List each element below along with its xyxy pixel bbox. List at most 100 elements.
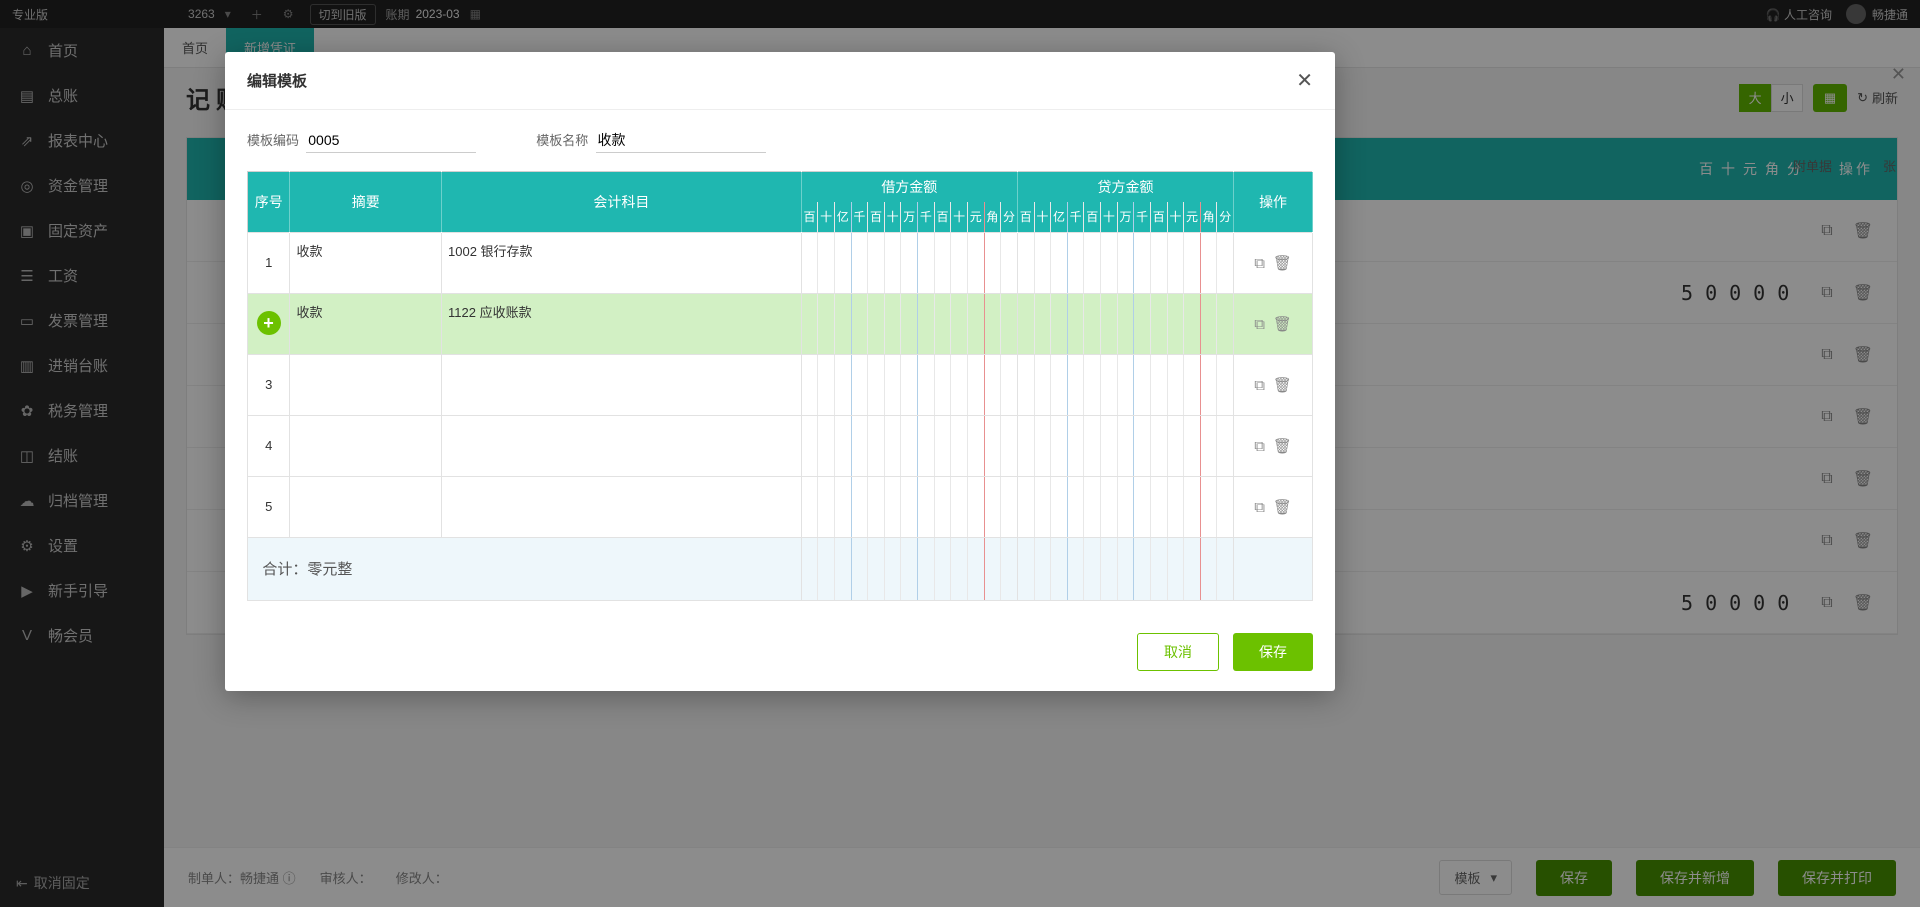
cell-debit[interactable]	[801, 476, 1017, 537]
digit-cell[interactable]	[852, 233, 869, 293]
digit-cell[interactable]	[1201, 233, 1218, 293]
digit-cell[interactable]	[1217, 416, 1233, 476]
cell-summary[interactable]: 收款	[290, 293, 442, 354]
digit-cell[interactable]	[918, 294, 935, 354]
digit-cell[interactable]	[868, 416, 885, 476]
digit-cell[interactable]	[1035, 355, 1052, 415]
cell-account[interactable]: 1122 应收账款	[442, 293, 802, 354]
digit-cell[interactable]	[1018, 233, 1035, 293]
digit-cell[interactable]	[1151, 416, 1168, 476]
digit-cell[interactable]	[901, 233, 918, 293]
digit-cell[interactable]	[1084, 477, 1101, 537]
cell-credit[interactable]	[1017, 354, 1233, 415]
digit-cell[interactable]	[835, 294, 852, 354]
trash-icon[interactable]: 🗑	[1273, 377, 1292, 394]
digit-cell[interactable]	[1184, 538, 1201, 600]
digit-cell[interactable]	[901, 355, 918, 415]
digit-cell[interactable]	[835, 233, 852, 293]
digit-cell[interactable]	[868, 355, 885, 415]
digit-cell[interactable]	[951, 233, 968, 293]
digit-cell[interactable]	[951, 294, 968, 354]
digit-cell[interactable]	[1084, 538, 1101, 600]
digit-cell[interactable]	[802, 355, 819, 415]
save-button[interactable]: 保存	[1233, 633, 1313, 671]
digit-cell[interactable]	[835, 477, 852, 537]
digit-cell[interactable]	[885, 538, 902, 600]
digit-cell[interactable]	[1201, 416, 1218, 476]
digit-cell[interactable]	[1184, 477, 1201, 537]
digit-cell[interactable]	[1201, 355, 1218, 415]
cell-account[interactable]	[442, 354, 802, 415]
digit-cell[interactable]	[1168, 477, 1185, 537]
digit-cell[interactable]	[985, 416, 1002, 476]
digit-cell[interactable]	[935, 294, 952, 354]
digit-cell[interactable]	[935, 416, 952, 476]
digit-cell[interactable]	[1134, 477, 1151, 537]
digit-cell[interactable]	[951, 538, 968, 600]
digit-cell[interactable]	[985, 538, 1002, 600]
cell-credit[interactable]	[1017, 293, 1233, 354]
digit-cell[interactable]	[1051, 477, 1068, 537]
digit-cell[interactable]	[868, 294, 885, 354]
digit-cell[interactable]	[1035, 416, 1052, 476]
digit-cell[interactable]	[985, 233, 1002, 293]
digit-cell[interactable]	[935, 355, 952, 415]
digit-cell[interactable]	[1151, 294, 1168, 354]
copy-icon[interactable]: ⧉	[1254, 438, 1265, 455]
digit-cell[interactable]	[885, 355, 902, 415]
digit-cell[interactable]	[1018, 416, 1035, 476]
digit-cell[interactable]	[968, 538, 985, 600]
digit-cell[interactable]	[1184, 416, 1201, 476]
digit-cell[interactable]	[1068, 538, 1085, 600]
digit-cell[interactable]	[852, 538, 869, 600]
digit-cell[interactable]	[1068, 233, 1085, 293]
digit-cell[interactable]	[1101, 233, 1118, 293]
digit-cell[interactable]	[818, 355, 835, 415]
trash-icon[interactable]: 🗑	[1273, 438, 1292, 455]
digit-cell[interactable]	[1118, 355, 1135, 415]
cell-credit[interactable]	[1017, 232, 1233, 293]
digit-cell[interactable]	[1084, 233, 1101, 293]
digit-cell[interactable]	[1168, 233, 1185, 293]
cell-credit[interactable]	[1017, 415, 1233, 476]
digit-cell[interactable]	[1168, 294, 1185, 354]
digit-cell[interactable]	[1151, 538, 1168, 600]
digit-cell[interactable]	[1035, 233, 1052, 293]
digit-cell[interactable]	[852, 416, 869, 476]
digit-cell[interactable]	[852, 477, 869, 537]
digit-cell[interactable]	[1217, 294, 1233, 354]
close-icon[interactable]: ✕	[1296, 68, 1313, 93]
copy-icon[interactable]: ⧉	[1254, 255, 1265, 272]
digit-cell[interactable]	[918, 233, 935, 293]
digit-cell[interactable]	[868, 538, 885, 600]
digit-cell[interactable]	[968, 233, 985, 293]
cell-credit[interactable]	[1017, 476, 1233, 537]
digit-cell[interactable]	[1101, 416, 1118, 476]
digit-cell[interactable]	[918, 477, 935, 537]
code-input[interactable]	[306, 128, 476, 153]
digit-cell[interactable]	[1051, 355, 1068, 415]
digit-cell[interactable]	[1134, 233, 1151, 293]
digit-cell[interactable]	[1118, 477, 1135, 537]
digit-cell[interactable]	[1001, 233, 1017, 293]
digit-cell[interactable]	[1084, 355, 1101, 415]
digit-cell[interactable]	[818, 416, 835, 476]
digit-cell[interactable]	[1084, 416, 1101, 476]
digit-cell[interactable]	[1018, 477, 1035, 537]
digit-cell[interactable]	[918, 416, 935, 476]
digit-cell[interactable]	[1217, 233, 1233, 293]
digit-cell[interactable]	[1134, 294, 1151, 354]
cell-debit[interactable]	[801, 293, 1017, 354]
digit-cell[interactable]	[968, 294, 985, 354]
digit-cell[interactable]	[1051, 294, 1068, 354]
digit-cell[interactable]	[1035, 477, 1052, 537]
digit-cell[interactable]	[1051, 233, 1068, 293]
digit-cell[interactable]	[1051, 416, 1068, 476]
digit-cell[interactable]	[1184, 233, 1201, 293]
digit-cell[interactable]	[918, 538, 935, 600]
digit-cell[interactable]	[1184, 294, 1201, 354]
digit-cell[interactable]	[1118, 233, 1135, 293]
cell-summary[interactable]	[290, 415, 442, 476]
digit-cell[interactable]	[1134, 538, 1151, 600]
digit-cell[interactable]	[1001, 538, 1017, 600]
